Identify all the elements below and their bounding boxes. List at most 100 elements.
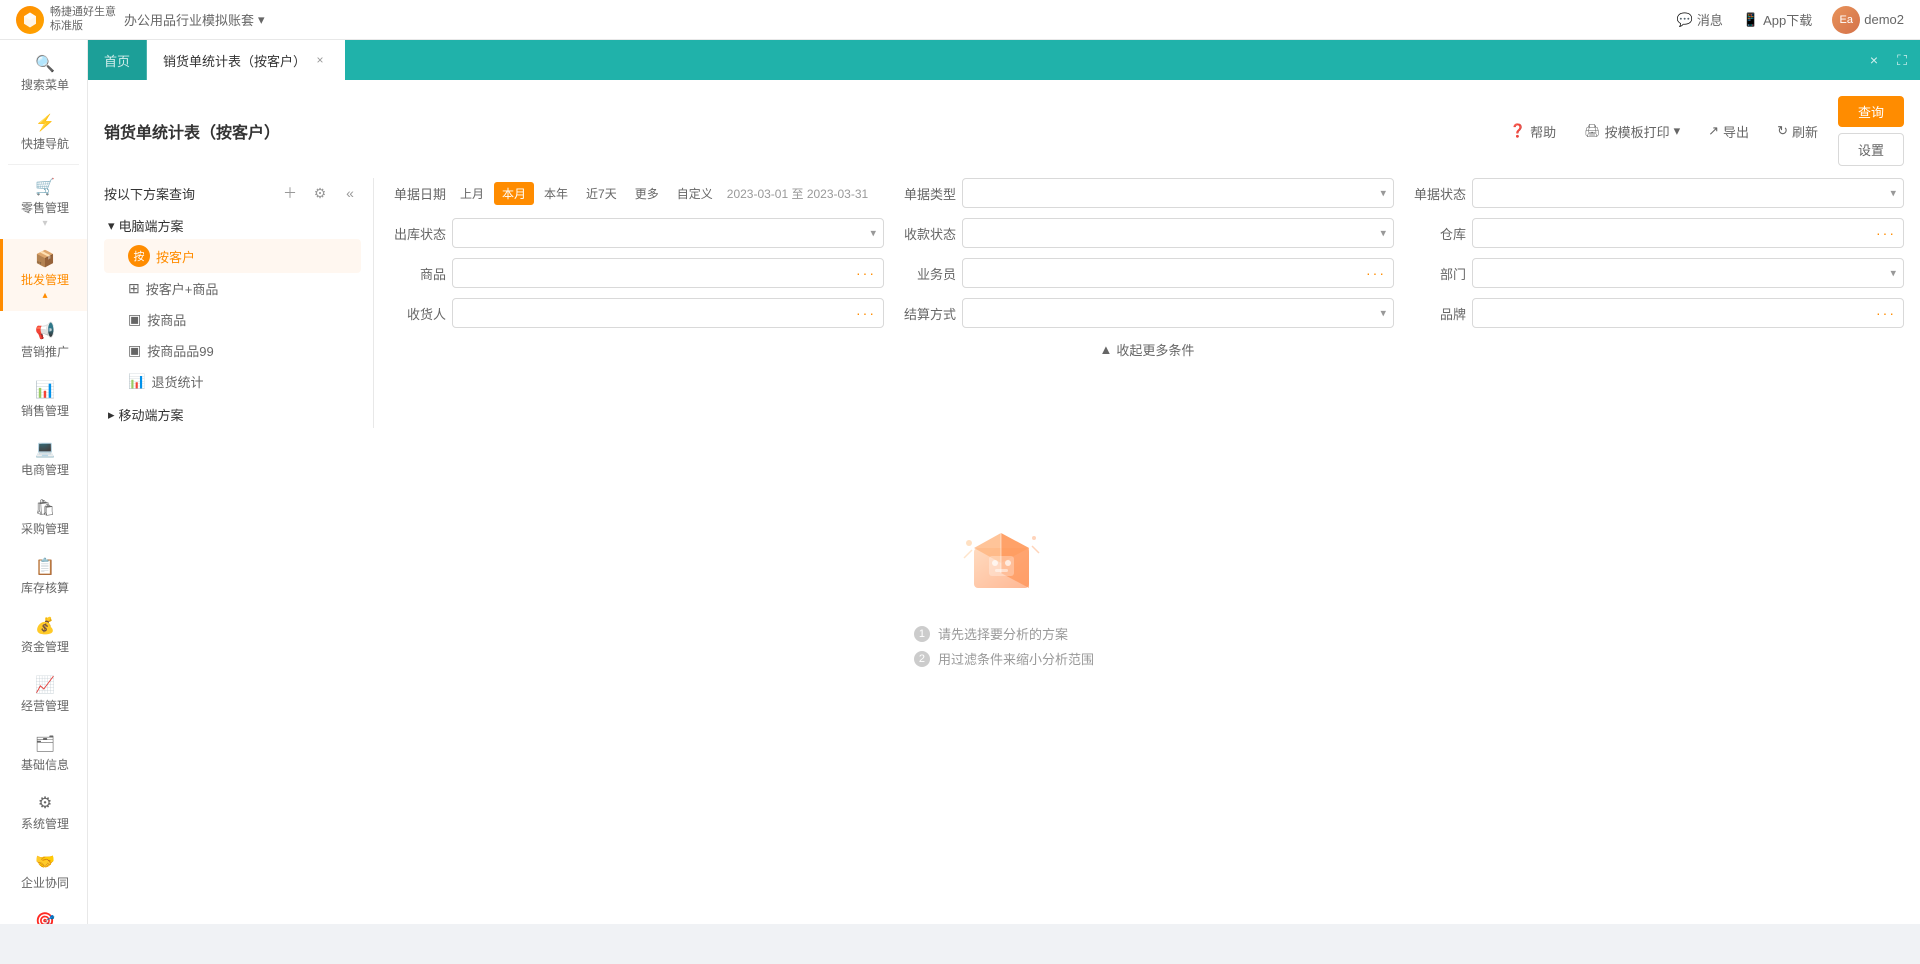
- sidebar-item-system[interactable]: ⚙ 系统管理: [0, 783, 87, 842]
- warehouse-input[interactable]: [1472, 218, 1904, 248]
- logo-text: 畅捷通好生意 标准版: [50, 6, 116, 32]
- payment-status-input[interactable]: [962, 218, 1394, 248]
- tree-item-by-customer-product[interactable]: ⊞ 按客户+商品: [104, 273, 361, 304]
- scheme-settings-button[interactable]: ⚙: [309, 182, 331, 204]
- product-input[interactable]: [452, 258, 884, 288]
- sidebar-item-marketing[interactable]: 📢 营销推广: [0, 311, 87, 370]
- filter-row-2: 出库状态 ▾ 收款状态 ▾: [390, 218, 1904, 248]
- print-icon: 🖨: [1584, 123, 1601, 139]
- message-icon: 💬: [1677, 12, 1693, 28]
- sidebar-item-search[interactable]: 🔍 搜索菜单: [0, 44, 87, 103]
- box-icon: ▣: [128, 311, 141, 328]
- date-tab-last-month[interactable]: 上月: [452, 182, 492, 205]
- query-button[interactable]: 查询: [1838, 96, 1904, 127]
- export-icon: ↗: [1708, 123, 1719, 139]
- product-control: ···: [452, 258, 884, 288]
- tree-section: ▾ 电脑端方案 按 按客户 ⊞ 按客户+商品 ▣: [104, 212, 361, 428]
- out-status-input[interactable]: [452, 218, 884, 248]
- logo-icon: [16, 6, 44, 34]
- sidebar-item-ecommerce[interactable]: 💻 电商管理: [0, 429, 87, 488]
- payment-status-label: 收款状态: [900, 224, 956, 243]
- page-title: 销货单统计表（按客户）: [104, 119, 280, 143]
- settlement-input[interactable]: [962, 298, 1394, 328]
- tree-item-by-product-99[interactable]: ▣ 按商品品99: [104, 335, 361, 366]
- box2-icon: ▣: [128, 342, 141, 359]
- doc-status-filter-group: 单据状态 ▾: [1410, 178, 1904, 208]
- right-panel: 单据日期 上月 本月 本年 近7天 更多 自定义 20: [374, 178, 1904, 428]
- sidebar-item-sales[interactable]: 📊 销售管理: [0, 370, 87, 429]
- tab-home[interactable]: 首页: [88, 40, 147, 80]
- sidebar-item-basic[interactable]: 🗂 基础信息: [0, 724, 87, 783]
- empty-state: 1 请先选择要分析的方案 2 用过滤条件来缩小分析范围: [104, 428, 1904, 748]
- product-label: 商品: [390, 264, 446, 283]
- settings-button[interactable]: 设置: [1838, 133, 1904, 166]
- header-right: 💬 消息 📱 App下载 Ea demo2: [1677, 6, 1904, 34]
- department-filter-group: 部门 ▾: [1410, 258, 1904, 288]
- filter-row-4: 收货人 ··· 结算方式 ▾: [390, 298, 1904, 328]
- tree-item-return-stats[interactable]: 📊 退货统计: [104, 366, 361, 397]
- chart-icon: 📊: [128, 373, 145, 390]
- doc-type-input[interactable]: [962, 178, 1394, 208]
- doc-status-input[interactable]: [1472, 178, 1904, 208]
- date-tab-custom[interactable]: 自定义: [669, 182, 721, 205]
- department-input[interactable]: [1472, 258, 1904, 288]
- sidebar-item-operation[interactable]: 📈 经营管理: [0, 665, 87, 724]
- payment-status-control: ▾: [962, 218, 1394, 248]
- date-label: 单据日期: [390, 184, 446, 203]
- help-button[interactable]: ❓ 帮助: [1502, 118, 1564, 145]
- date-tab-this-year[interactable]: 本年: [536, 182, 576, 205]
- settings-icon: ⚙: [314, 185, 327, 202]
- sidebar-item-newbie[interactable]: 🎯 新手引导: [0, 901, 87, 924]
- tab-close-all-button[interactable]: ×: [1864, 50, 1884, 70]
- date-filter-group: 单据日期 上月 本月 本年 近7天 更多 自定义 20: [390, 182, 884, 205]
- main-content: 首页 销货单统计表（按客户） × × ⛶ 销货单统计表（按客户） ❓ 帮助: [88, 40, 1920, 924]
- collapse-panel-button[interactable]: «: [339, 182, 361, 204]
- template-print-button[interactable]: 🖨 按模板打印 ▾: [1576, 118, 1688, 145]
- settlement-control: ▾: [962, 298, 1394, 328]
- grid-icon: ⊞: [128, 280, 140, 297]
- sidebar-item-finance[interactable]: 💰 资金管理: [0, 606, 87, 665]
- recipient-label: 收货人: [390, 304, 446, 323]
- export-button[interactable]: ↗ 导出: [1700, 118, 1757, 145]
- salesperson-label: 业务员: [900, 264, 956, 283]
- sidebar-item-wholesale[interactable]: 📦 批发管理 ▴: [0, 239, 87, 311]
- salesperson-input[interactable]: [962, 258, 1394, 288]
- download-icon: 📱: [1743, 12, 1759, 28]
- collapse-icon: «: [346, 185, 354, 201]
- tree-group-desktop[interactable]: ▾ 电脑端方案: [104, 212, 361, 239]
- tab-sales-stats[interactable]: 销货单统计表（按客户） ×: [147, 40, 345, 80]
- sidebar-item-enterprise[interactable]: 🤝 企业协同: [0, 842, 87, 901]
- warehouse-label: 仓库: [1410, 224, 1466, 243]
- department-label: 部门: [1410, 264, 1466, 283]
- sidebar-item-quick-nav[interactable]: ⚡ 快捷导航: [0, 103, 87, 162]
- tree-group-mobile[interactable]: ▸ 移动端方案: [104, 401, 361, 428]
- marketing-icon: 📢: [35, 321, 55, 341]
- date-tab-more[interactable]: 更多: [627, 182, 667, 205]
- sidebar-item-purchase[interactable]: 🛍 采购管理: [0, 488, 87, 547]
- recipient-control: ···: [452, 298, 884, 328]
- tab-close-button[interactable]: ×: [312, 52, 328, 68]
- sidebar-item-inventory[interactable]: 📋 库存核算: [0, 547, 87, 606]
- warehouse-control: ···: [1472, 218, 1904, 248]
- user-profile[interactable]: Ea demo2: [1832, 6, 1904, 34]
- sidebar-item-retail[interactable]: 🛒 零售管理 ▾: [0, 167, 87, 239]
- out-status-label: 出库状态: [390, 224, 446, 243]
- filter-row-1: 单据日期 上月 本月 本年 近7天 更多 自定义 20: [390, 178, 1904, 208]
- recipient-input[interactable]: [452, 298, 884, 328]
- tab-maximize-button[interactable]: ⛶: [1892, 50, 1912, 70]
- tree-item-by-customer[interactable]: 按 按客户: [104, 239, 361, 273]
- collapse-up-icon: ▲: [1100, 342, 1113, 357]
- date-tab-this-month[interactable]: 本月: [494, 182, 534, 205]
- header-left: 畅捷通好生意 标准版 办公用品行业模拟账套 ▾: [16, 6, 265, 34]
- collapse-more-button[interactable]: ▲ 收起更多条件: [390, 332, 1904, 367]
- date-tab-7days[interactable]: 近7天: [578, 182, 625, 205]
- sidebar-divider: [8, 164, 79, 165]
- tree-item-by-product[interactable]: ▣ 按商品: [104, 304, 361, 335]
- message-button[interactable]: 💬 消息: [1677, 10, 1723, 29]
- app-download-button[interactable]: 📱 App下载: [1743, 10, 1812, 29]
- brand-input[interactable]: [1472, 298, 1904, 328]
- two-column-layout: 按以下方案查询 ＋ ⚙ «: [104, 178, 1904, 428]
- refresh-button[interactable]: ↻ 刷新: [1769, 118, 1826, 145]
- add-scheme-button[interactable]: ＋: [279, 182, 301, 204]
- industry-selector[interactable]: 办公用品行业模拟账套 ▾: [124, 10, 265, 29]
